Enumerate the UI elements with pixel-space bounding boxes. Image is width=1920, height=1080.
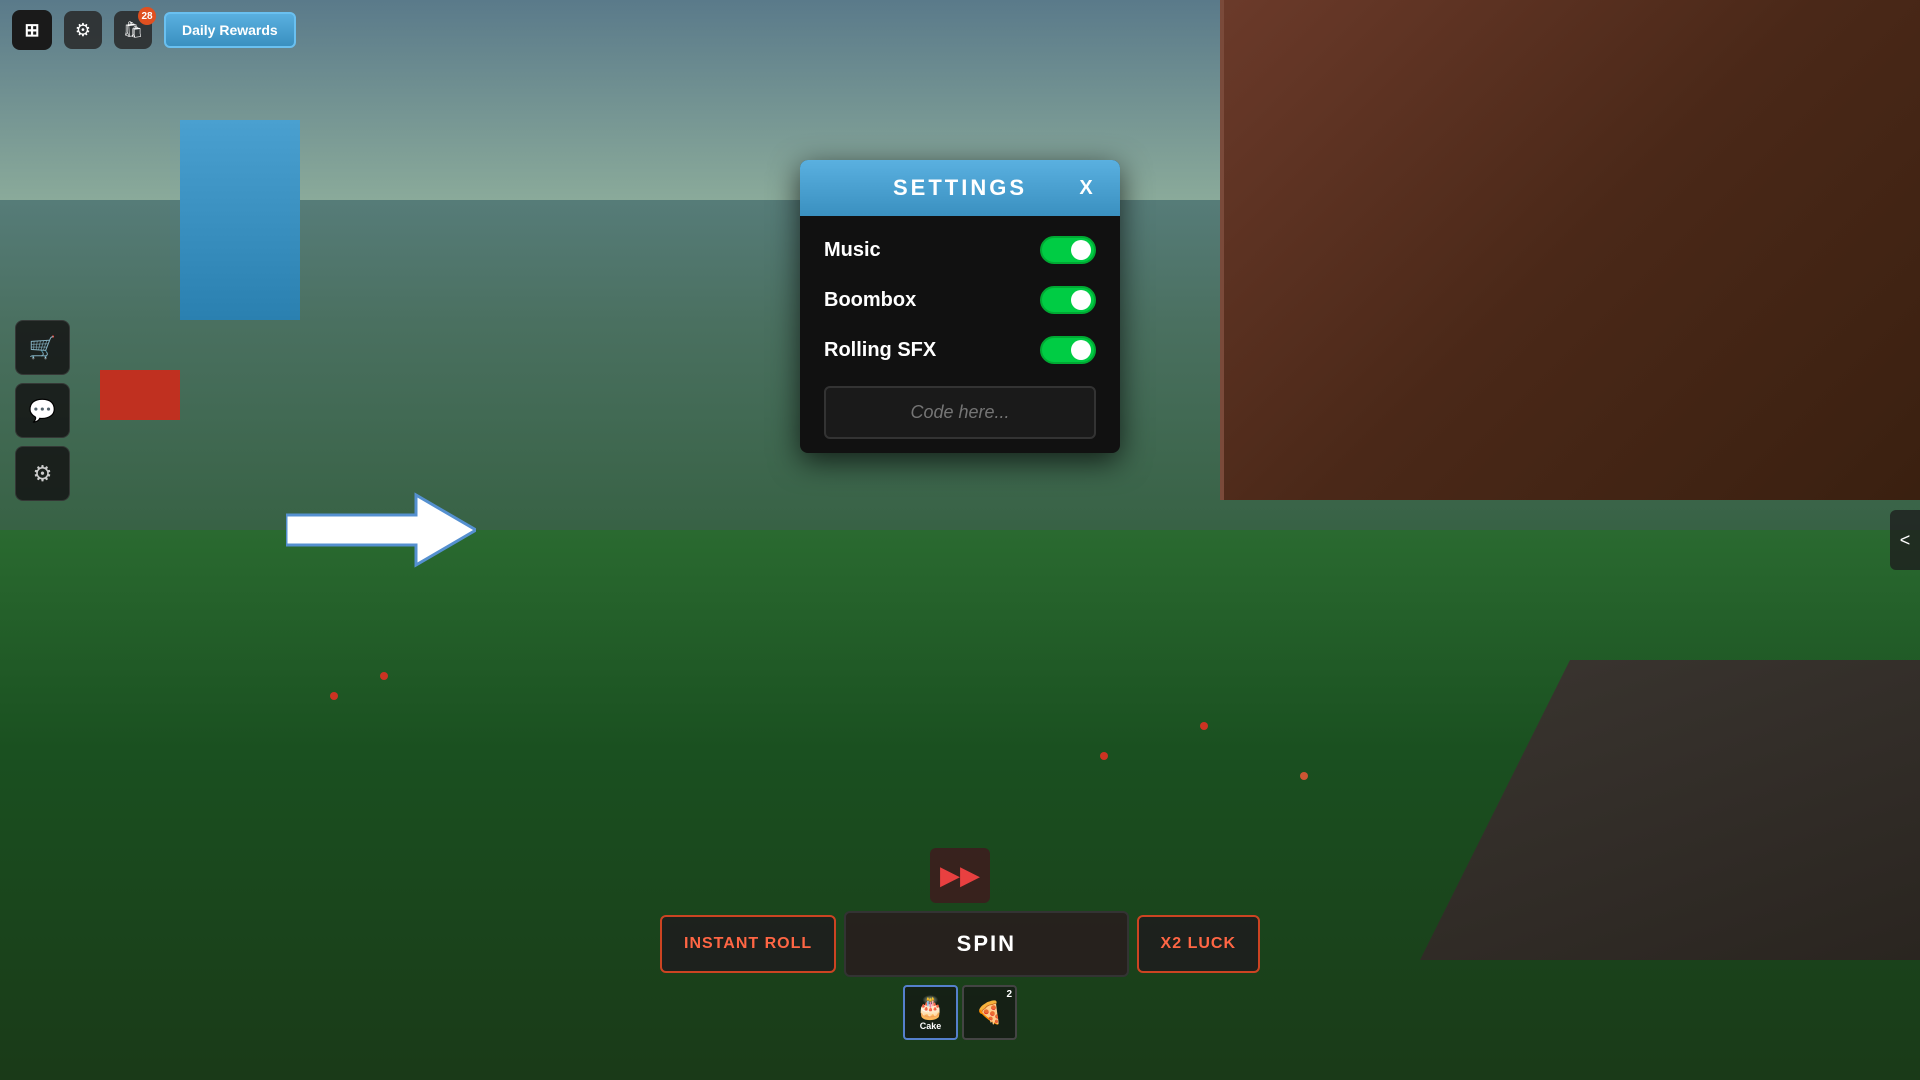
- code-input[interactable]: [824, 386, 1096, 439]
- right-collapse-button[interactable]: <: [1890, 510, 1920, 570]
- spin-button[interactable]: SPIN: [844, 911, 1128, 977]
- boombox-toggle[interactable]: [1040, 286, 1096, 314]
- settings-icon: ⚙: [33, 461, 53, 487]
- settings-icon-button[interactable]: ⚙: [64, 11, 102, 49]
- music-toggle[interactable]: [1040, 236, 1096, 264]
- chat-icon: 💬: [29, 398, 56, 424]
- modal-body: Music Boombox Rolling SFX: [800, 216, 1120, 453]
- inventory-slot-pizza[interactable]: 2 🍕: [962, 985, 1017, 1040]
- code-input-area: [824, 386, 1096, 439]
- chat-sidebar-button[interactable]: 💬: [15, 383, 70, 438]
- modal-header: SETTINGS X: [800, 160, 1120, 216]
- top-bar: ⊞ ⚙ 🛍 28 Daily Rewards: [0, 0, 1920, 60]
- cart-icon: 🛒: [29, 335, 56, 361]
- instant-roll-button[interactable]: INSTANT ROLL: [660, 915, 836, 973]
- settings-modal: SETTINGS X Music Boombox Rolling SFX: [800, 160, 1120, 453]
- music-setting-row: Music: [824, 236, 1096, 264]
- rolling-sfx-setting-row: Rolling SFX: [824, 336, 1096, 364]
- bottom-buttons-row: INSTANT ROLL SPIN X2 LUCK: [660, 911, 1260, 977]
- building: [1220, 0, 1920, 500]
- ground-item: [1100, 752, 1108, 760]
- ground-item: [1300, 772, 1308, 780]
- inventory-bar: 🎂 Cake 2 🍕: [903, 985, 1017, 1040]
- inventory-slot-cake[interactable]: 🎂 Cake: [903, 985, 958, 1040]
- left-sidebar: 🛒 💬 ⚙: [15, 320, 70, 501]
- ground-item: [330, 692, 338, 700]
- boombox-label: Boombox: [824, 289, 916, 312]
- settings-sidebar-button[interactable]: ⚙: [15, 446, 70, 501]
- fast-forward-button[interactable]: ▶▶: [930, 848, 990, 903]
- modal-title: SETTINGS: [848, 175, 1072, 201]
- ground-item: [380, 672, 388, 680]
- rolling-sfx-label: Rolling SFX: [824, 339, 936, 362]
- gear-icon: ⚙: [75, 20, 91, 41]
- blue-structure: [180, 120, 300, 320]
- music-label: Music: [824, 239, 881, 262]
- red-object: [100, 370, 180, 420]
- pizza-icon: 🍕: [976, 1000, 1003, 1026]
- pizza-count: 2: [1006, 989, 1012, 1000]
- cake-label: Cake: [920, 1021, 942, 1031]
- roblox-logo: ⊞: [12, 10, 52, 50]
- boombox-setting-row: Boombox: [824, 286, 1096, 314]
- bottom-ui: ▶▶ INSTANT ROLL SPIN X2 LUCK 🎂 Cake 2 🍕: [660, 848, 1260, 1040]
- daily-rewards-button[interactable]: Daily Rewards: [164, 12, 296, 48]
- cake-icon: 🎂: [917, 995, 944, 1021]
- shop-sidebar-button[interactable]: 🛒: [15, 320, 70, 375]
- notification-button[interactable]: 🛍 28: [114, 11, 152, 49]
- x2-luck-button[interactable]: X2 LUCK: [1137, 915, 1260, 973]
- notification-badge: 28: [138, 7, 156, 25]
- close-button[interactable]: X: [1072, 174, 1100, 202]
- rolling-sfx-toggle[interactable]: [1040, 336, 1096, 364]
- notification-icon: 🛍: [123, 20, 143, 40]
- ground-item: [1200, 722, 1208, 730]
- fast-forward-icon: ▶▶: [940, 860, 980, 891]
